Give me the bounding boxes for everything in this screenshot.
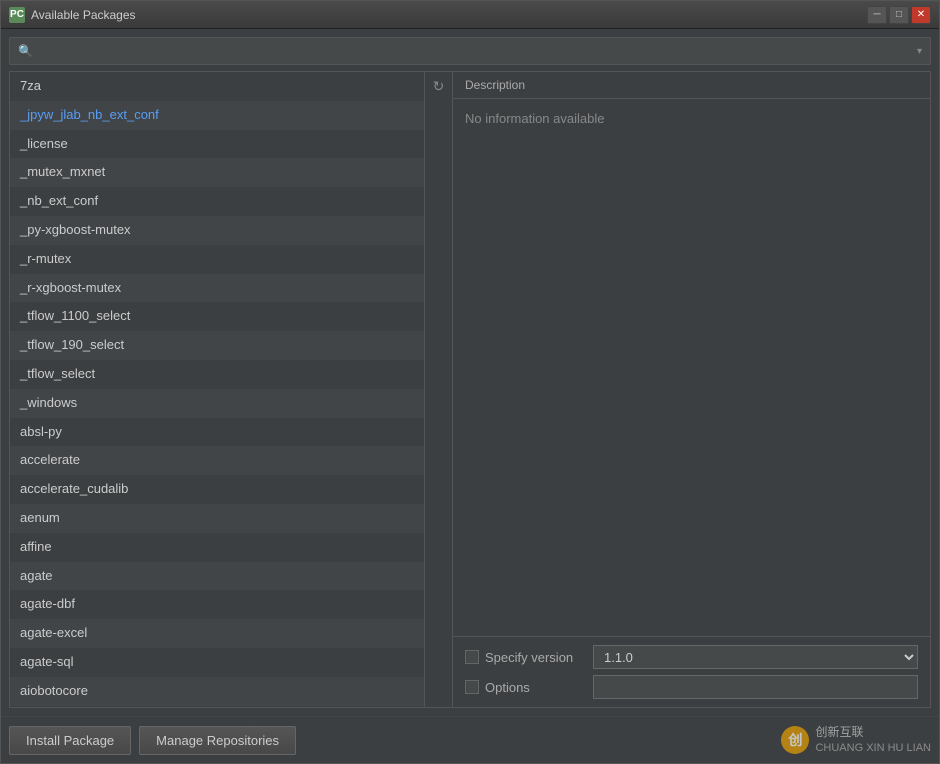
watermark-line2: CHUANG XIN HU LIAN bbox=[815, 741, 931, 755]
list-item[interactable]: aiofiles bbox=[10, 706, 424, 708]
manage-repositories-button[interactable]: Manage Repositories bbox=[139, 726, 296, 755]
list-item[interactable]: _nb_ext_conf bbox=[10, 187, 424, 216]
list-item[interactable]: accelerate_cudalib bbox=[10, 475, 424, 504]
list-item[interactable]: _jpyw_jlab_nb_ext_conf bbox=[10, 101, 424, 130]
package-list-container: 7za_jpyw_jlab_nb_ext_conf_license_mutex_… bbox=[10, 72, 425, 707]
list-item[interactable]: agate-dbf bbox=[10, 590, 424, 619]
refresh-divider: ↻ bbox=[425, 72, 453, 707]
options-row: Options bbox=[465, 675, 918, 699]
specify-version-checkbox[interactable] bbox=[465, 650, 479, 664]
specify-version-checkbox-wrapper: Specify version bbox=[465, 650, 585, 665]
list-item[interactable]: _windows bbox=[10, 389, 424, 418]
version-row: Specify version 1.1.0 bbox=[465, 645, 918, 669]
list-item[interactable]: _r-xgboost-mutex bbox=[10, 274, 424, 303]
search-icon: 🔍 bbox=[18, 44, 33, 58]
list-item[interactable]: _license bbox=[10, 130, 424, 159]
minimize-button[interactable]: ─ bbox=[867, 6, 887, 24]
list-item[interactable]: _r-mutex bbox=[10, 245, 424, 274]
search-bar: 🔍 ▾ bbox=[9, 37, 931, 65]
list-item[interactable]: _tflow_select bbox=[10, 360, 424, 389]
main-area: 7za_jpyw_jlab_nb_ext_conf_license_mutex_… bbox=[9, 71, 931, 708]
list-item[interactable]: agate-excel bbox=[10, 619, 424, 648]
specify-version-label: Specify version bbox=[485, 650, 573, 665]
install-package-button[interactable]: Install Package bbox=[9, 726, 131, 755]
list-item[interactable]: 7za bbox=[10, 72, 424, 101]
list-item[interactable]: agate bbox=[10, 562, 424, 591]
version-select[interactable]: 1.1.0 bbox=[593, 645, 918, 669]
list-item[interactable]: _tflow_190_select bbox=[10, 331, 424, 360]
content-area: 🔍 ▾ 7za_jpyw_jlab_nb_ext_conf_license_mu… bbox=[1, 29, 939, 716]
list-item[interactable]: absl-py bbox=[10, 418, 424, 447]
window-title: Available Packages bbox=[31, 8, 867, 22]
options-label: Options bbox=[485, 680, 530, 695]
watermark-line1: 创新互联 bbox=[815, 725, 931, 741]
main-window: PC Available Packages ─ □ ✕ 🔍 ▾ 7za_jpyw… bbox=[0, 0, 940, 764]
bottom-controls: Specify version 1.1.0 Options bbox=[453, 636, 930, 707]
list-item[interactable]: aiobotocore bbox=[10, 677, 424, 706]
watermark: 创 创新互联 CHUANG XIN HU LIAN bbox=[781, 725, 931, 755]
description-panel: Description No information available Spe… bbox=[453, 72, 930, 707]
list-item[interactable]: agate-sql bbox=[10, 648, 424, 677]
close-button[interactable]: ✕ bbox=[911, 6, 931, 24]
maximize-button[interactable]: □ bbox=[889, 6, 909, 24]
title-bar: PC Available Packages ─ □ ✕ bbox=[1, 1, 939, 29]
watermark-text: 创新互联 CHUANG XIN HU LIAN bbox=[815, 725, 931, 755]
window-icon: PC bbox=[9, 7, 25, 23]
search-input[interactable] bbox=[39, 44, 911, 59]
options-checkbox[interactable] bbox=[465, 680, 479, 694]
package-list: 7za_jpyw_jlab_nb_ext_conf_license_mutex_… bbox=[10, 72, 424, 707]
refresh-button[interactable]: ↻ bbox=[429, 76, 449, 96]
list-item[interactable]: _mutex_mxnet bbox=[10, 158, 424, 187]
watermark-logo: 创 bbox=[781, 726, 809, 754]
list-item[interactable]: accelerate bbox=[10, 446, 424, 475]
list-item[interactable]: _tflow_1100_select bbox=[10, 302, 424, 331]
description-content: No information available bbox=[453, 99, 930, 636]
title-bar-controls: ─ □ ✕ bbox=[867, 6, 931, 24]
search-dropdown-icon[interactable]: ▾ bbox=[917, 46, 922, 57]
list-item[interactable]: affine bbox=[10, 533, 424, 562]
options-input[interactable] bbox=[593, 675, 918, 699]
options-checkbox-wrapper: Options bbox=[465, 680, 585, 695]
footer-buttons: Install Package Manage Repositories 创 创新… bbox=[1, 716, 939, 763]
description-header: Description bbox=[453, 72, 930, 99]
list-item[interactable]: _py-xgboost-mutex bbox=[10, 216, 424, 245]
list-item[interactable]: aenum bbox=[10, 504, 424, 533]
